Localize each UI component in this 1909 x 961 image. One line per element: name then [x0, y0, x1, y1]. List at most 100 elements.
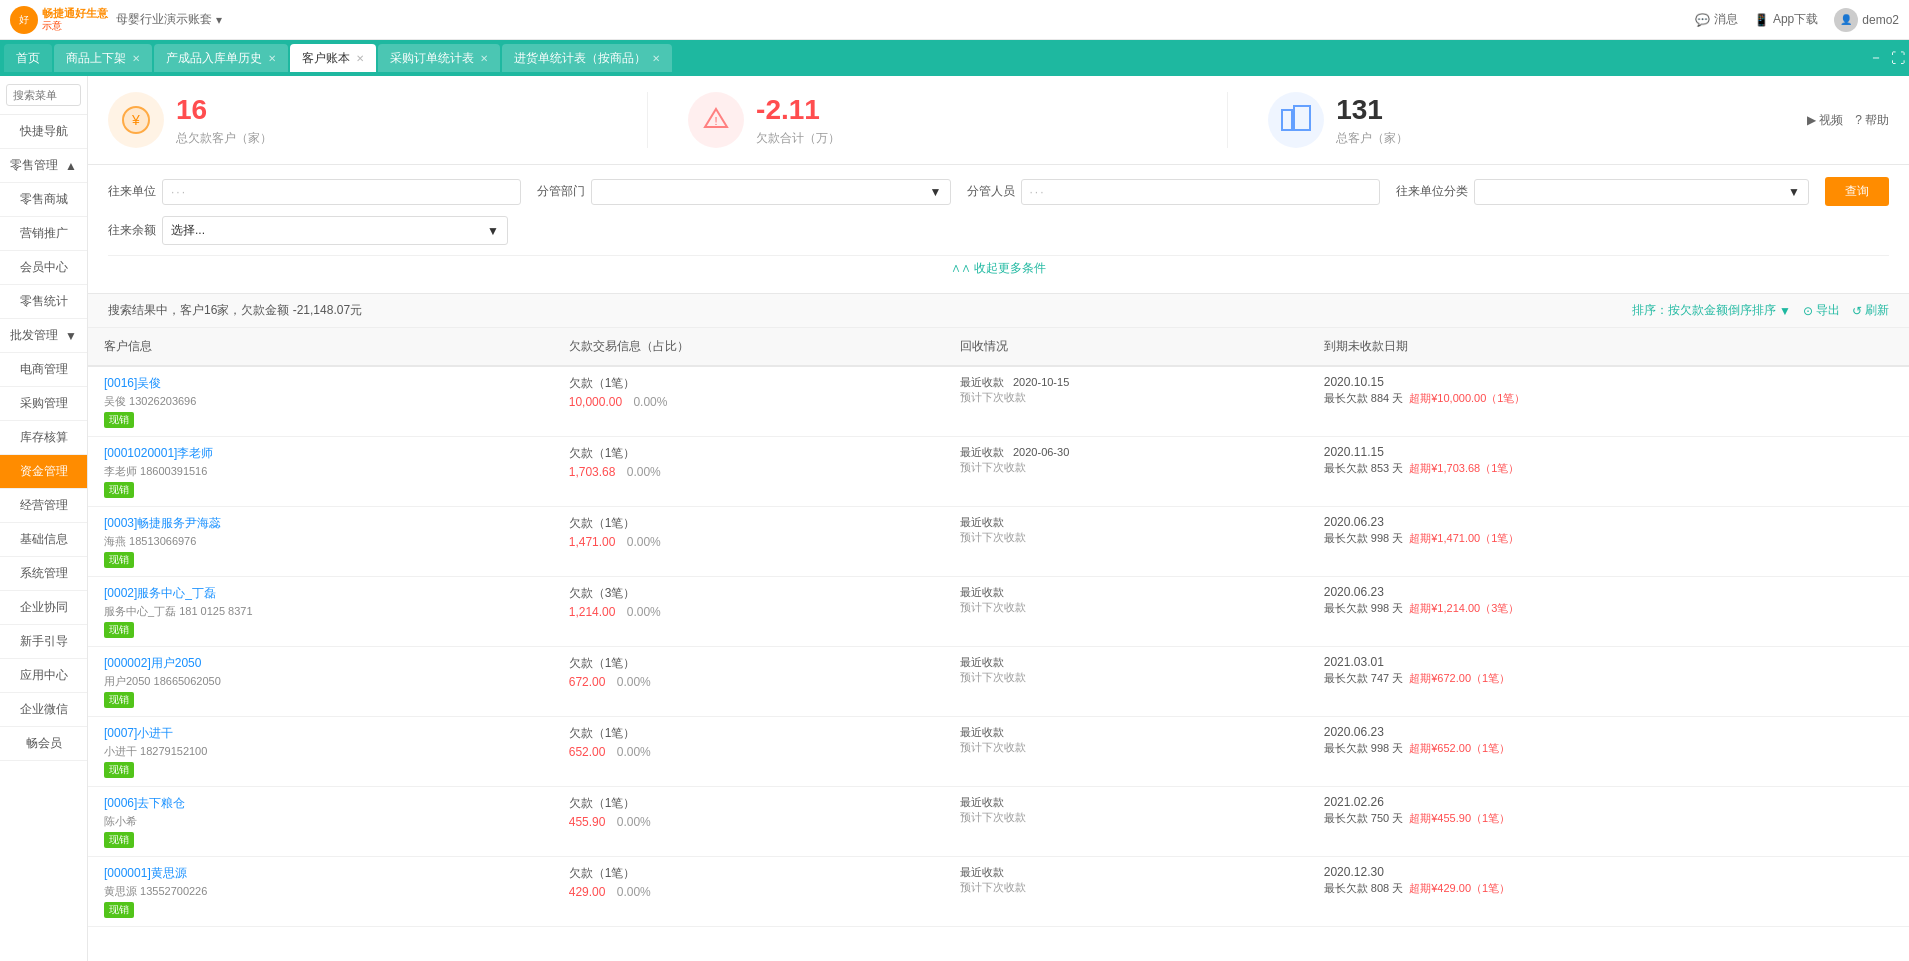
customer-name[interactable]: [0002]服务中心_丁磊 [104, 585, 537, 602]
tab-purchase-stats[interactable]: 进货单统计表（按商品） ✕ [502, 44, 672, 72]
overdue-amount[interactable]: 超期¥1,471.00（1笔） [1409, 531, 1519, 546]
overdue-amount[interactable]: 超期¥652.00（1笔） [1409, 741, 1510, 756]
search-button[interactable]: 查询 [1825, 177, 1889, 206]
unit-category-select[interactable]: ▼ [1474, 179, 1809, 205]
debt-amount[interactable]: 652.00 [569, 745, 606, 759]
department-select[interactable]: ▼ [591, 179, 950, 205]
sidebar-item-retail-stats[interactable]: 零售统计 [0, 285, 87, 319]
overdue-amount[interactable]: 超期¥1,703.68（1笔） [1409, 461, 1519, 476]
close-icon[interactable]: ✕ [268, 53, 276, 64]
sidebar-item-system-mgmt[interactable]: 系统管理 [0, 557, 87, 591]
next-collect-label: 预计下次收款 [960, 460, 1292, 475]
due-date: 2020.06.23 [1324, 585, 1893, 599]
debt-amount[interactable]: 455.90 [569, 815, 606, 829]
svg-rect-5 [1294, 106, 1310, 130]
close-icon[interactable]: ✕ [132, 53, 140, 64]
overdue-amount[interactable]: 超期¥429.00（1笔） [1409, 881, 1510, 896]
tabs-actions: － ⛶ [1869, 49, 1905, 67]
debt-amount[interactable]: 429.00 [569, 885, 606, 899]
message-icon: 💬 [1695, 13, 1710, 27]
customer-name[interactable]: [0003]畅捷服务尹海蕊 [104, 515, 537, 532]
overdue-amount[interactable]: 超期¥672.00（1笔） [1409, 671, 1510, 686]
stat-block-3: 131 总客户（家） [1268, 92, 1807, 148]
svg-text:¥: ¥ [131, 112, 140, 128]
sidebar-item-ecommerce[interactable]: 电商管理 [0, 353, 87, 387]
close-icon[interactable]: ✕ [356, 53, 364, 64]
customer-name[interactable]: [0016]吴俊 [104, 375, 537, 392]
overdue-days: 最长欠款 998 天 [1324, 741, 1403, 756]
debt-info-cell: 欠款（3笔） 1,214.00 0.00% [553, 577, 944, 647]
customer-name[interactable]: [000001]黄思源 [104, 865, 537, 882]
tabs-bar: 首页 商品上下架 ✕ 产成品入库单历史 ✕ 客户账本 ✕ 采购订单统计表 ✕ 进… [0, 40, 1909, 76]
tab-purchase-order[interactable]: 采购订单统计表 ✕ [378, 44, 500, 72]
close-icon[interactable]: ✕ [652, 53, 660, 64]
refresh-btn[interactable]: ↺ 刷新 [1852, 302, 1889, 319]
filter-unit-category-label: 往来单位分类 [1396, 183, 1468, 200]
filter-unit-category: 往来单位分类 ▼ [1396, 179, 1809, 205]
overdue-amount[interactable]: 超期¥1,214.00（3笔） [1409, 601, 1519, 616]
tab-home[interactable]: 首页 [4, 44, 52, 72]
customer-tag: 现销 [104, 482, 134, 498]
collapse-btn[interactable]: ∧∧ 收起更多条件 [108, 255, 1889, 281]
sidebar-item-new-guide[interactable]: 新手引导 [0, 625, 87, 659]
sidebar-nav: 快捷导航 零售管理 ▲ 零售商城 营销推广 会员中心 零售统计 批发管理 ▼ 电… [0, 115, 87, 761]
tab-customer-account[interactable]: 客户账本 ✕ [290, 44, 376, 72]
table-header-row: 客户信息 欠款交易信息（占比） 回收情况 到期未收款日期 [88, 328, 1909, 366]
recent-collect-label: 最近收款 2020-10-15 [960, 375, 1292, 390]
message-btn[interactable]: 💬 消息 [1695, 11, 1738, 28]
sidebar-item-member-center[interactable]: 会员中心 [0, 251, 87, 285]
sidebar-item-enterprise-wechat[interactable]: 企业微信 [0, 693, 87, 727]
sidebar-item-member-plus[interactable]: 畅会员 [0, 727, 87, 761]
customer-name[interactable]: [0001020001]李老师 [104, 445, 537, 462]
maximize-icon[interactable]: ⛶ [1891, 50, 1905, 66]
sidebar-item-finance-mgmt[interactable]: 资金管理 [0, 455, 87, 489]
app-download-btn[interactable]: 📱 App下载 [1754, 11, 1818, 28]
manager-input[interactable]: ··· [1021, 179, 1380, 205]
debt-amount[interactable]: 10,000.00 [569, 395, 622, 409]
sidebar-item-marketing[interactable]: 营销推广 [0, 217, 87, 251]
sidebar-item-warehouse[interactable]: 库存核算 [0, 421, 87, 455]
debt-amount[interactable]: 1,471.00 [569, 535, 616, 549]
export-btn[interactable]: ⊙ 导出 [1803, 302, 1840, 319]
sidebar-item-quick-nav[interactable]: 快捷导航 [0, 115, 87, 149]
sidebar-item-operations-mgmt[interactable]: 经营管理 [0, 489, 87, 523]
sidebar-item-purchase-mgmt[interactable]: 采购管理 [0, 387, 87, 421]
close-icon[interactable]: ✕ [480, 53, 488, 64]
tab-product-onoff[interactable]: 商品上下架 ✕ [54, 44, 152, 72]
store-select[interactable]: 母婴行业演示账套 ▾ [116, 11, 222, 28]
sidebar-item-enterprise-collab[interactable]: 企业协同 [0, 591, 87, 625]
stats-right-actions: ▶ 视频 ? 帮助 [1807, 112, 1889, 129]
user-avatar-area[interactable]: 👤 demo2 [1834, 8, 1899, 32]
stat-number-3: 131 [1336, 94, 1408, 126]
avatar: 👤 [1834, 8, 1858, 32]
customer-table: 客户信息 欠款交易信息（占比） 回收情况 到期未收款日期 [0016]吴俊 吴俊… [88, 328, 1909, 927]
debt-count: 欠款（1笔） [569, 865, 928, 882]
overdue-amount[interactable]: 超期¥10,000.00（1笔） [1409, 391, 1525, 406]
customer-name[interactable]: [0006]去下粮仓 [104, 795, 537, 812]
balance-select[interactable]: 选择... ▼ [162, 216, 508, 245]
sidebar-item-retail-mgmt[interactable]: 零售管理 ▲ [0, 149, 87, 183]
customer-name[interactable]: [0007]小进干 [104, 725, 537, 742]
debt-info-cell: 欠款（1笔） 10,000.00 0.00% [553, 366, 944, 437]
sidebar-search-input[interactable] [6, 84, 81, 106]
stat-info-3: 131 总客户（家） [1336, 94, 1408, 147]
arrival-unit-input[interactable]: ··· [162, 179, 521, 205]
recent-collect-label: 最近收款 [960, 795, 1292, 810]
debt-amount[interactable]: 672.00 [569, 675, 606, 689]
filter-row-1: 往来单位 ··· 分管部门 ▼ 分管人员 ··· [108, 177, 1889, 206]
sidebar-item-retail-mall[interactable]: 零售商城 [0, 183, 87, 217]
tab-product-history[interactable]: 产成品入库单历史 ✕ [154, 44, 288, 72]
customer-info-cell: [0016]吴俊 吴俊 13026203696 现销 [88, 366, 553, 437]
debt-amount[interactable]: 1,214.00 [569, 605, 616, 619]
overdue-amount[interactable]: 超期¥455.90（1笔） [1409, 811, 1510, 826]
sort-label[interactable]: 排序：按欠款金额倒序排序 ▼ [1632, 302, 1791, 319]
customer-phone: 李老师 18600391516 [104, 464, 537, 479]
sidebar-item-batch-mgmt[interactable]: 批发管理 ▼ [0, 319, 87, 353]
sidebar-item-basic-info[interactable]: 基础信息 [0, 523, 87, 557]
help-btn[interactable]: ? 帮助 [1855, 112, 1889, 129]
sidebar-item-app-center[interactable]: 应用中心 [0, 659, 87, 693]
customer-name[interactable]: [000002]用户2050 [104, 655, 537, 672]
debt-amount[interactable]: 1,703.68 [569, 465, 616, 479]
minimize-icon[interactable]: － [1869, 49, 1883, 67]
view-video-btn[interactable]: ▶ 视频 [1807, 112, 1843, 129]
